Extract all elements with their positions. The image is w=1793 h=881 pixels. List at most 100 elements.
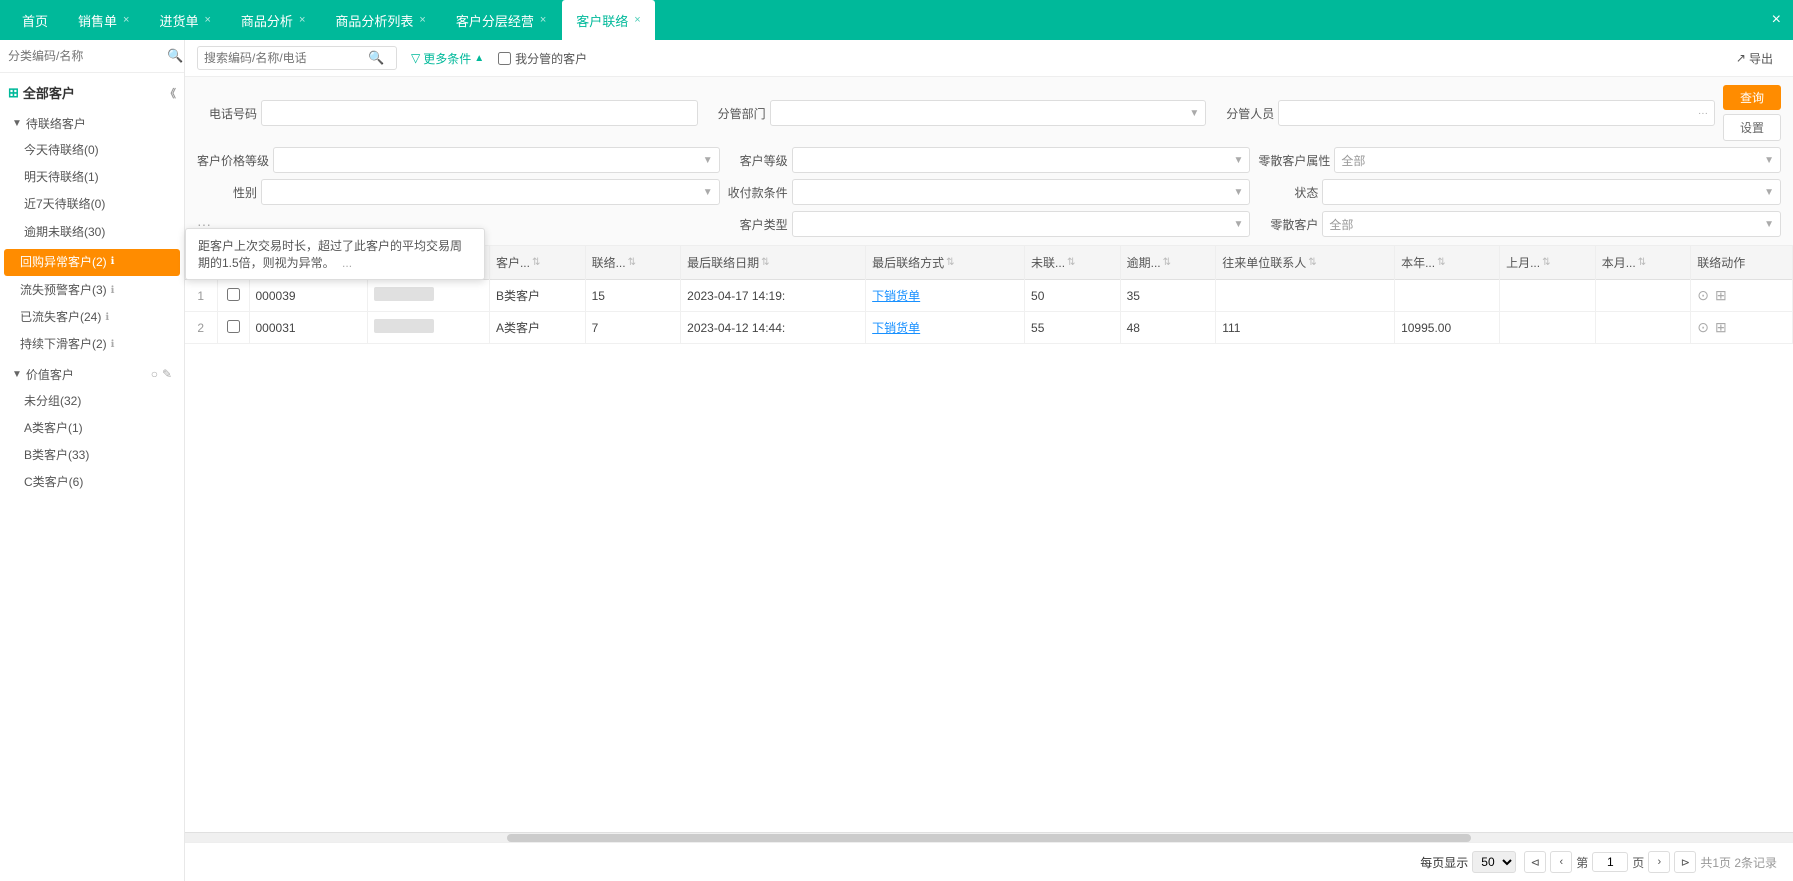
row-checkbox-2[interactable] — [217, 312, 249, 344]
th-last-method[interactable]: 最后联络方式 ⇅ — [866, 246, 1025, 280]
nav-home[interactable]: 首页 — [8, 0, 62, 40]
nav-customer-segments[interactable]: 客户分层经营 × — [442, 0, 560, 40]
search-input[interactable] — [204, 51, 364, 65]
th-overdue[interactable]: 逾期... ⇅ — [1120, 246, 1216, 280]
setup-button[interactable]: 设置 — [1723, 114, 1781, 141]
row-last-method-1[interactable]: 下销货单 — [866, 280, 1025, 312]
sidebar-repurchase-abnormal[interactable]: 回购异常客户(2) ℹ — [4, 249, 180, 276]
retail-attr-chevron-icon: ▼ — [1764, 155, 1774, 166]
action-buttons: 查询 设置 — [1723, 85, 1781, 141]
close-purchase-tab[interactable]: × — [204, 14, 210, 26]
sort-this-month-icon: ⇅ — [1638, 257, 1646, 268]
status-select[interactable]: ▼ — [1322, 179, 1781, 205]
row-contacts-2: 7 — [585, 312, 681, 344]
content-area: 🔍 ▽ 更多条件 ▲ 我分管的客户 ↗ 导出 电话号码 — [185, 40, 1793, 881]
nav-purchase[interactable]: 进货单 × — [145, 0, 224, 40]
th-this-year[interactable]: 本年... ⇅ — [1395, 246, 1500, 280]
sidebar-search-icon[interactable]: 🔍 — [167, 48, 183, 64]
all-customers-header[interactable]: ⊞ 全部客户 《 — [0, 77, 184, 108]
info-icon-2: ℹ — [105, 310, 109, 326]
close-window-button[interactable]: × — [1772, 11, 1781, 29]
waiting-contact-header[interactable]: ▼ 待联络客户 — [0, 110, 184, 137]
retail-attr-select[interactable]: 全部 ▼ — [1334, 147, 1781, 173]
scrollbar-thumb[interactable] — [507, 834, 1472, 842]
row-last-date-1: 2023-04-17 14:19: — [681, 280, 866, 312]
sidebar-declining-customers[interactable]: 持续下滑客户(2) ℹ — [0, 331, 184, 358]
sidebar-b-class[interactable]: B类客户(33) — [0, 442, 184, 469]
row-num-2: 2 — [185, 312, 217, 344]
filter-row-2: 客户价格等级 ▼ 客户等级 ▼ 零散客户属性 全部 — [197, 147, 1781, 173]
sidebar-lost-customers[interactable]: 已流失客户(24) ℹ — [0, 304, 184, 331]
last-page-btn[interactable]: ⊳ — [1674, 851, 1696, 873]
page-input[interactable] — [1592, 852, 1628, 872]
sidebar-c-class[interactable]: C类客户(6) — [0, 469, 184, 496]
sidebar-7day-contact[interactable]: 近7天待联络(0) — [0, 191, 184, 218]
row-checkbox-1[interactable] — [217, 280, 249, 312]
close-product-analysis-tab[interactable]: × — [299, 14, 305, 26]
close-product-list-tab[interactable]: × — [419, 14, 425, 26]
nav-sales[interactable]: 销售单 × — [64, 0, 143, 40]
action-grid-icon-1[interactable]: ⊞ — [1715, 287, 1727, 304]
th-this-month[interactable]: 本月... ⇅ — [1595, 246, 1691, 280]
th-contact-person[interactable]: 往来单位联系人 ⇅ — [1216, 246, 1395, 280]
value-customers-header[interactable]: ▼ 价值客户 ○ ✎ — [0, 361, 184, 388]
value-group-config-icon[interactable]: ✎ — [162, 367, 172, 381]
nav-customer-contact[interactable]: 客户联络 × — [562, 0, 654, 40]
horizontal-scrollbar[interactable] — [185, 832, 1793, 842]
per-page-select[interactable]: 50 — [1472, 851, 1516, 873]
sidebar-ungrouped[interactable]: 未分组(32) — [0, 388, 184, 415]
value-group-edit-icon[interactable]: ○ — [151, 367, 158, 381]
manager-label: 分管人员 — [1214, 105, 1274, 122]
nav-product-list[interactable]: 商品分析列表 × — [321, 0, 439, 40]
collapse-icon: 《 — [165, 85, 176, 101]
cust-type-select[interactable]: ▼ — [792, 211, 1251, 237]
first-page-btn[interactable]: ⊲ — [1524, 851, 1546, 873]
export-btn[interactable]: ↗ 导出 — [1728, 47, 1781, 70]
sidebar-loss-warning[interactable]: 流失预警客户(3) ℹ — [0, 277, 184, 304]
action-grid-icon-2[interactable]: ⊞ — [1715, 319, 1727, 336]
th-last-month[interactable]: 上月... ⇅ — [1500, 246, 1596, 280]
dept-select[interactable]: ▼ — [770, 100, 1207, 126]
row-contact-person-1 — [1216, 280, 1395, 312]
close-customer-contact-tab[interactable]: × — [634, 14, 640, 26]
cust-grade-label: 客户等级 — [728, 152, 788, 169]
info-icon-3: ℹ — [111, 337, 115, 353]
sidebar-overdue-contact[interactable]: 逾期未联络(30) — [0, 219, 184, 246]
my-customers-checkbox[interactable] — [498, 52, 511, 65]
row-last-method-2[interactable]: 下销货单 — [866, 312, 1025, 344]
sidebar-today-contact[interactable]: 今天待联络(0) — [0, 137, 184, 164]
phone-input[interactable] — [261, 100, 698, 126]
row-name-1 — [368, 280, 490, 312]
sidebar-search-input[interactable] — [8, 49, 163, 63]
price-grade-select[interactable]: ▼ — [273, 147, 720, 173]
prev-page-btn[interactable]: ‹ — [1550, 851, 1572, 873]
action-link-icon-1[interactable]: ⊙ — [1697, 287, 1709, 304]
status-label: 状态 — [1258, 184, 1318, 201]
close-customer-segments-tab[interactable]: × — [540, 14, 546, 26]
payment-select[interactable]: ▼ — [792, 179, 1251, 205]
waiting-contact-group: ▼ 待联络客户 今天待联络(0) 明天待联络(1) 近7天待联络(0) 逾期未联… — [0, 108, 184, 248]
manager-select[interactable]: ··· — [1278, 100, 1715, 126]
gender-select[interactable]: ▼ — [261, 179, 720, 205]
th-type[interactable]: 客户... ⇅ — [489, 246, 585, 280]
filter-bar: 🔍 ▽ 更多条件 ▲ 我分管的客户 ↗ 导出 — [185, 40, 1793, 77]
nav-product-analysis[interactable]: 商品分析 × — [227, 0, 319, 40]
row-contact-person-2: 111 — [1216, 312, 1395, 344]
th-not-contacted[interactable]: 未联... ⇅ — [1025, 246, 1121, 280]
cust-grade-select[interactable]: ▼ — [792, 147, 1251, 173]
more-conditions-btn[interactable]: ▽ 更多条件 ▲ — [405, 47, 490, 70]
row-last-month-1 — [1500, 280, 1596, 312]
th-last-date[interactable]: 最后联络日期 ⇅ — [681, 246, 866, 280]
sidebar-tomorrow-contact[interactable]: 明天待联络(1) — [0, 164, 184, 191]
search-icon[interactable]: 🔍 — [368, 50, 384, 66]
cust-grade-field: 客户等级 ▼ — [728, 147, 1251, 173]
retail-cust-select[interactable]: 全部 ▼ — [1322, 211, 1781, 237]
query-button[interactable]: 查询 — [1723, 85, 1781, 110]
th-contacts[interactable]: 联络... ⇅ — [585, 246, 681, 280]
action-link-icon-2[interactable]: ⊙ — [1697, 319, 1709, 336]
next-page-btn[interactable]: › — [1648, 851, 1670, 873]
sidebar-a-class[interactable]: A类客户(1) — [0, 415, 184, 442]
value-customers-group: ▼ 价值客户 ○ ✎ 未分组(32) A类客户(1) B类客户(33) C类客户… — [0, 359, 184, 499]
close-sales-tab[interactable]: × — [123, 14, 129, 26]
manager-chevron-icon: ··· — [1698, 108, 1708, 119]
